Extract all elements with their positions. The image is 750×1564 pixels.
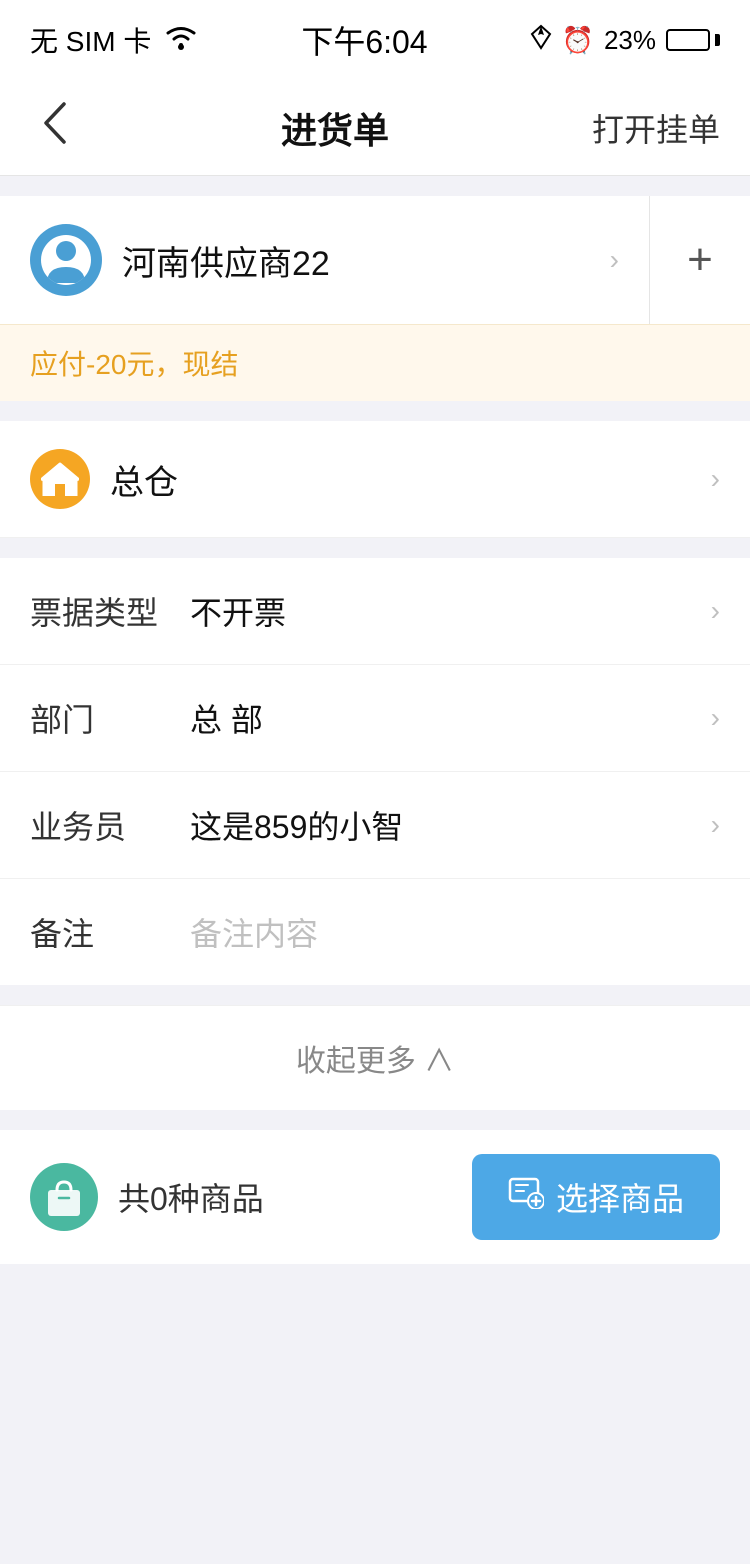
- status-time: 下午6:04: [301, 17, 427, 63]
- sales-chevron-icon: ›: [711, 809, 720, 841]
- product-icon: [30, 1163, 98, 1231]
- location-icon: [530, 24, 552, 57]
- avatar-inner: [41, 235, 91, 285]
- supplier-name: 河南供应商22: [122, 236, 600, 285]
- page-background: [0, 1264, 750, 1564]
- invoice-type-chevron-icon: ›: [711, 595, 720, 627]
- supplier-select-row[interactable]: 河南供应商22 ›: [0, 196, 650, 324]
- remark-label: 备注: [30, 909, 190, 955]
- status-right: ⏰ 23%: [530, 24, 720, 57]
- warehouse-chevron-icon: ›: [711, 463, 720, 495]
- status-bar: 无 SIM 卡 下午6:04 ⏰ 23%: [0, 0, 750, 80]
- top-divider: [0, 176, 750, 196]
- select-product-label: 选择商品: [556, 1174, 684, 1220]
- battery-icon: [666, 29, 720, 51]
- dept-row[interactable]: 部门 总 部 ›: [0, 665, 750, 772]
- supplier-chevron-icon: ›: [610, 244, 619, 276]
- nav-bar: 进货单 打开挂单: [0, 80, 750, 176]
- carrier-text: 无 SIM 卡: [30, 20, 151, 60]
- remark-input[interactable]: 备注内容: [190, 909, 720, 955]
- add-icon: +: [687, 235, 713, 285]
- invoice-type-row[interactable]: 票据类型 不开票 ›: [0, 558, 750, 665]
- select-product-icon: [508, 1177, 544, 1217]
- remark-row[interactable]: 备注 备注内容: [0, 879, 750, 985]
- supplier-section: 河南供应商22 › +: [0, 196, 750, 324]
- sales-row[interactable]: 业务员 这是859的小智 ›: [0, 772, 750, 879]
- status-left: 无 SIM 卡: [30, 20, 199, 60]
- warehouse-select-row[interactable]: 总仓 ›: [0, 421, 750, 538]
- collapse-section[interactable]: 收起更多 ∧: [0, 1005, 750, 1110]
- product-count: 共0种商品: [118, 1174, 472, 1220]
- dept-chevron-icon: ›: [711, 702, 720, 734]
- back-button[interactable]: [30, 90, 78, 166]
- alarm-icon: ⏰: [562, 25, 594, 56]
- page-title: 进货单: [281, 102, 389, 154]
- sales-label: 业务员: [30, 802, 190, 848]
- select-product-button[interactable]: 选择商品: [472, 1154, 720, 1240]
- alert-banner: 应付-20元，现结: [0, 324, 750, 401]
- battery-percent: 23%: [604, 25, 656, 56]
- alert-text: 应付-20元，现结: [30, 349, 238, 380]
- collapse-text: 收起更多 ∧: [296, 1036, 454, 1080]
- open-pending-button[interactable]: 打开挂单: [592, 105, 720, 151]
- warehouse-row: 总仓 ›: [0, 421, 750, 538]
- supplier-avatar: [30, 224, 102, 296]
- invoice-type-value: 不开票: [190, 588, 701, 634]
- product-bottom-section: 共0种商品 选择商品: [0, 1130, 750, 1264]
- wifi-icon: [163, 23, 199, 58]
- dept-value: 总 部: [190, 695, 701, 741]
- sales-value: 这是859的小智: [190, 802, 701, 848]
- dept-label: 部门: [30, 695, 190, 741]
- warehouse-icon: [30, 449, 90, 509]
- fields-section: 票据类型 不开票 › 部门 总 部 › 业务员 这是859的小智 › 备注 备注…: [0, 558, 750, 985]
- add-supplier-button[interactable]: +: [650, 196, 750, 324]
- warehouse-name: 总仓: [110, 455, 701, 504]
- invoice-type-label: 票据类型: [30, 588, 190, 634]
